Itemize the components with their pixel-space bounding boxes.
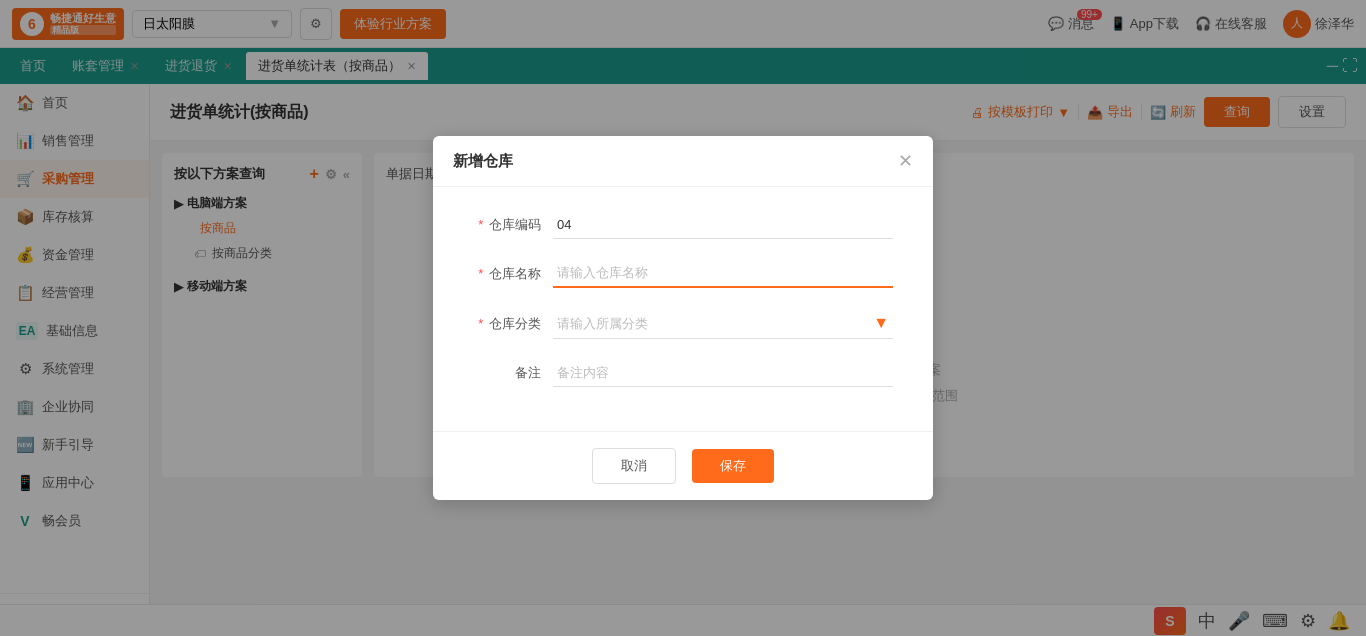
save-button[interactable]: 保存	[692, 449, 774, 483]
form-row-note: 备注	[473, 359, 893, 387]
warehouse-note-input[interactable]	[553, 359, 893, 387]
category-select-wrap[interactable]: ▼	[553, 308, 893, 339]
category-dropdown-icon: ▼	[873, 314, 889, 332]
modal-close-button[interactable]: ✕	[898, 150, 913, 172]
form-row-category: * 仓库分类 ▼	[473, 308, 893, 339]
modal-footer: 取消 保存	[433, 431, 933, 500]
warehouse-name-input[interactable]	[553, 259, 893, 288]
modal-header: 新增仓库 ✕	[433, 136, 933, 187]
add-warehouse-modal: 新增仓库 ✕ * 仓库编码 * 仓库名称	[433, 136, 933, 500]
cancel-button[interactable]: 取消	[592, 448, 676, 484]
warehouse-code-input[interactable]	[553, 211, 893, 239]
modal-title: 新增仓库	[453, 152, 513, 171]
form-row-name: * 仓库名称	[473, 259, 893, 288]
category-label: * 仓库分类	[473, 315, 553, 333]
code-label: * 仓库编码	[473, 216, 553, 234]
note-label: 备注	[473, 364, 553, 382]
modal-body: * 仓库编码 * 仓库名称 * 仓库分类	[433, 187, 933, 431]
modal-overlay: 新增仓库 ✕ * 仓库编码 * 仓库名称	[0, 0, 1366, 636]
category-input[interactable]	[557, 316, 873, 331]
name-label: * 仓库名称	[473, 265, 553, 283]
form-row-code: * 仓库编码	[473, 211, 893, 239]
